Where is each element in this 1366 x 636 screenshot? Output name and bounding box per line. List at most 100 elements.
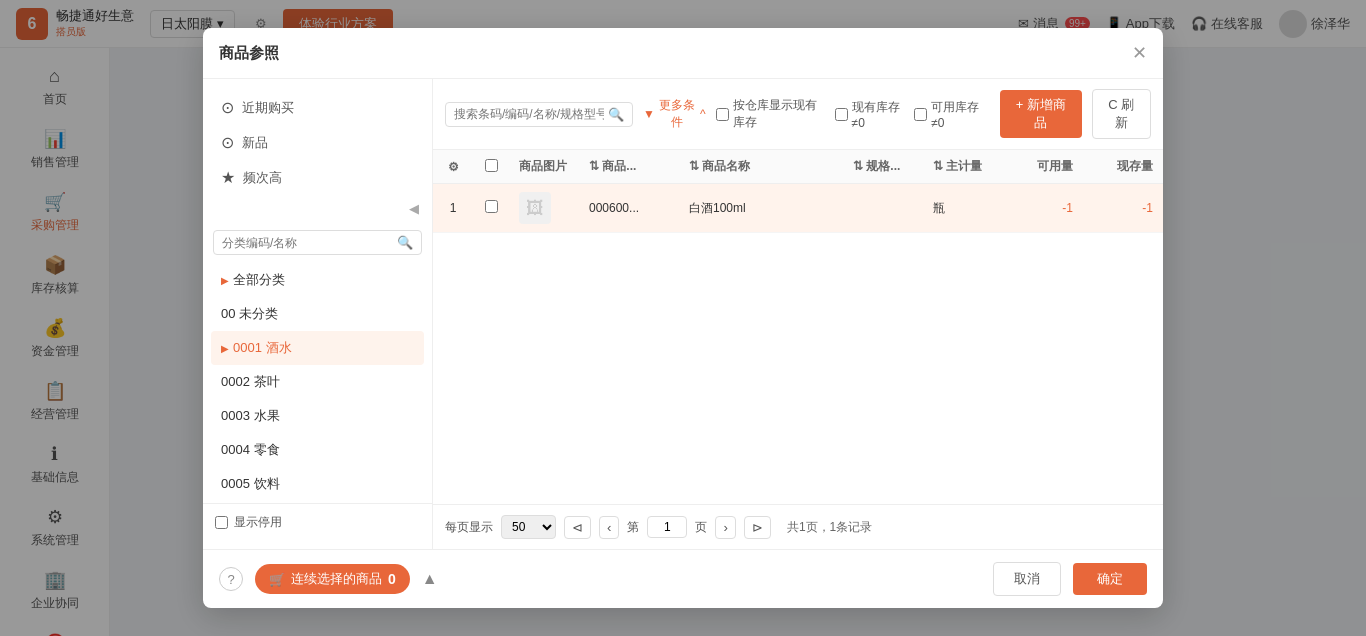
- cat-unclassified[interactable]: 00 未分类: [211, 297, 424, 331]
- row-stock: -1: [1083, 184, 1163, 233]
- filter-label: 更多条件: [659, 97, 696, 131]
- stock-checkbox[interactable]: [835, 108, 848, 121]
- quick-access: ⊙ 近期购买 ⊙ 新品 ★ 频次高: [203, 87, 432, 198]
- select-all-checkbox[interactable]: [485, 159, 498, 172]
- cat-label: 0004 零食: [221, 441, 280, 459]
- page-suffix: 页: [695, 519, 707, 536]
- expand-icon: ▶: [221, 275, 229, 286]
- product-image: 🖼: [519, 192, 551, 224]
- modal-body: ⊙ 近期购买 ⊙ 新品 ★ 频次高: [203, 79, 1163, 549]
- filter-checkboxes: 按仓库显示现有库存 现有库存≠0 可用库存≠0: [716, 97, 980, 131]
- cart-count: 0: [388, 571, 396, 587]
- cart-label: 连续选择的商品: [291, 570, 382, 588]
- col-name-header[interactable]: ⇅ 商品名称: [679, 150, 843, 184]
- col-unit-header[interactable]: ⇅ 主计量: [923, 150, 1003, 184]
- modal-overlay: 商品参照 ✕ ⊙ 近期购买 ⊙ 新品: [0, 0, 1366, 636]
- category-list: ▶ 全部分类 00 未分类 ▶ 0001 酒水 0002 茶: [203, 263, 432, 503]
- page-label: 第: [627, 519, 639, 536]
- expand-icon: ▶: [221, 343, 229, 354]
- table-row[interactable]: 1 🖼: [433, 184, 1163, 233]
- cat-fruit[interactable]: 0003 水果: [211, 399, 424, 433]
- category-search[interactable]: 🔍: [213, 230, 422, 255]
- col-code-header[interactable]: ⇅ 商品...: [579, 150, 679, 184]
- checkbox-warehouse[interactable]: 按仓库显示现有库存: [716, 97, 821, 131]
- search-icon: 🔍: [608, 107, 624, 122]
- warehouse-checkbox[interactable]: [716, 108, 729, 121]
- settings-icon[interactable]: ⚙: [448, 160, 459, 174]
- cat-snack[interactable]: 0004 零食: [211, 433, 424, 467]
- cat-drink[interactable]: 0005 饮料: [211, 467, 424, 501]
- cat-label: 全部分类: [233, 271, 285, 289]
- right-panel: 🔍 ▼ 更多条件 ^ 按仓库显示现有库存: [433, 79, 1163, 549]
- cancel-button[interactable]: 取消: [993, 562, 1061, 596]
- recent-label: 近期购买: [242, 99, 294, 117]
- checkbox-available[interactable]: 可用库存≠0: [914, 99, 980, 130]
- filter-button[interactable]: ▼ 更多条件 ^: [643, 97, 706, 131]
- product-search[interactable]: 🔍: [445, 102, 633, 127]
- show-disabled-checkbox[interactable]: [215, 516, 228, 529]
- left-panel: ⊙ 近期购买 ⊙ 新品 ★ 频次高: [203, 79, 433, 549]
- add-product-button[interactable]: + 新增商品: [1000, 90, 1082, 138]
- row-unit: 瓶: [923, 184, 1003, 233]
- cat-label: 00 未分类: [221, 305, 278, 323]
- row-img-cell: 🖼: [509, 184, 579, 233]
- recent-purchase-item[interactable]: ⊙ 近期购买: [211, 91, 424, 124]
- pagination: 每页显示 50 20 100 ⊲ ‹ 第 页 ›: [433, 504, 1163, 549]
- first-page-button[interactable]: ⊲: [564, 516, 591, 539]
- row-checkbox-cell[interactable]: [473, 184, 509, 233]
- col-avail-header: 可用量: [1003, 150, 1083, 184]
- cat-label: 0003 水果: [221, 407, 280, 425]
- cat-label: 0001 酒水: [233, 339, 292, 357]
- available-checkbox[interactable]: [914, 108, 927, 121]
- category-search-input[interactable]: [222, 236, 393, 250]
- row-spec: [843, 184, 923, 233]
- new-product-item[interactable]: ⊙ 新品: [211, 126, 424, 159]
- product-search-input[interactable]: [454, 107, 604, 121]
- frequent-item[interactable]: ★ 频次高: [211, 161, 424, 194]
- filter-icon: ▼: [643, 107, 655, 121]
- show-disabled-label: 显示停用: [234, 514, 282, 531]
- per-page-label: 每页显示: [445, 519, 493, 536]
- search-icon: 🔍: [397, 235, 413, 250]
- modal-title: 商品参照: [219, 44, 279, 63]
- col-check-header: [473, 150, 509, 184]
- col-spec-header[interactable]: ⇅ 规格...: [843, 150, 923, 184]
- main-layout: ⌂ 首页 📊 销售管理 🛒 采购管理 📦 库存核算 💰 资金管理 📋 经营管理 …: [0, 48, 1366, 636]
- cat-liquor[interactable]: ▶ 0001 酒水: [211, 331, 424, 365]
- recent-icon: ⊙: [221, 98, 234, 117]
- row-num: 1: [433, 184, 473, 233]
- prev-page-button[interactable]: ‹: [599, 516, 619, 539]
- chevron-up-icon: ^: [700, 107, 706, 121]
- collapse-icon[interactable]: ▲: [422, 570, 438, 588]
- page-input[interactable]: [647, 516, 687, 538]
- next-page-button[interactable]: ›: [715, 516, 735, 539]
- image-placeholder: 🖼: [526, 198, 544, 219]
- confirm-button[interactable]: 确定: [1073, 563, 1147, 595]
- product-modal: 商品参照 ✕ ⊙ 近期购买 ⊙ 新品: [203, 28, 1163, 608]
- show-disabled-area: 显示停用: [203, 503, 432, 541]
- per-page-select[interactable]: 50 20 100: [501, 515, 556, 539]
- row-checkbox[interactable]: [485, 200, 498, 213]
- row-code: 000600...: [579, 184, 679, 233]
- total-info: 共1页，1条记录: [787, 519, 872, 536]
- modal-header: 商品参照 ✕: [203, 28, 1163, 79]
- col-num-header: ⚙: [433, 150, 473, 184]
- cart-icon: 🛒: [269, 572, 285, 587]
- cart-button[interactable]: 🛒 连续选择的商品 0: [255, 564, 410, 594]
- cat-all[interactable]: ▶ 全部分类: [211, 263, 424, 297]
- last-page-button[interactable]: ⊳: [744, 516, 771, 539]
- col-stock-header: 现存量: [1083, 150, 1163, 184]
- refresh-button[interactable]: C 刷新: [1092, 89, 1151, 139]
- star-icon: ★: [221, 168, 235, 187]
- collapse-left-icon[interactable]: ◀: [404, 198, 424, 218]
- close-icon[interactable]: ✕: [1132, 42, 1147, 64]
- modal-footer: ? 🛒 连续选择的商品 0 ▲ 取消 确定: [203, 549, 1163, 608]
- main-content: 商品参照 ✕ ⊙ 近期购买 ⊙ 新品: [110, 48, 1366, 636]
- new-icon: ⊙: [221, 133, 234, 152]
- frequent-label: 频次高: [243, 169, 282, 187]
- cat-tea[interactable]: 0002 茶叶: [211, 365, 424, 399]
- help-icon[interactable]: ?: [219, 567, 243, 591]
- cat-label: 0005 饮料: [221, 475, 280, 493]
- checkbox-stock[interactable]: 现有库存≠0: [835, 99, 901, 130]
- col-img-header[interactable]: 商品图片: [509, 150, 579, 184]
